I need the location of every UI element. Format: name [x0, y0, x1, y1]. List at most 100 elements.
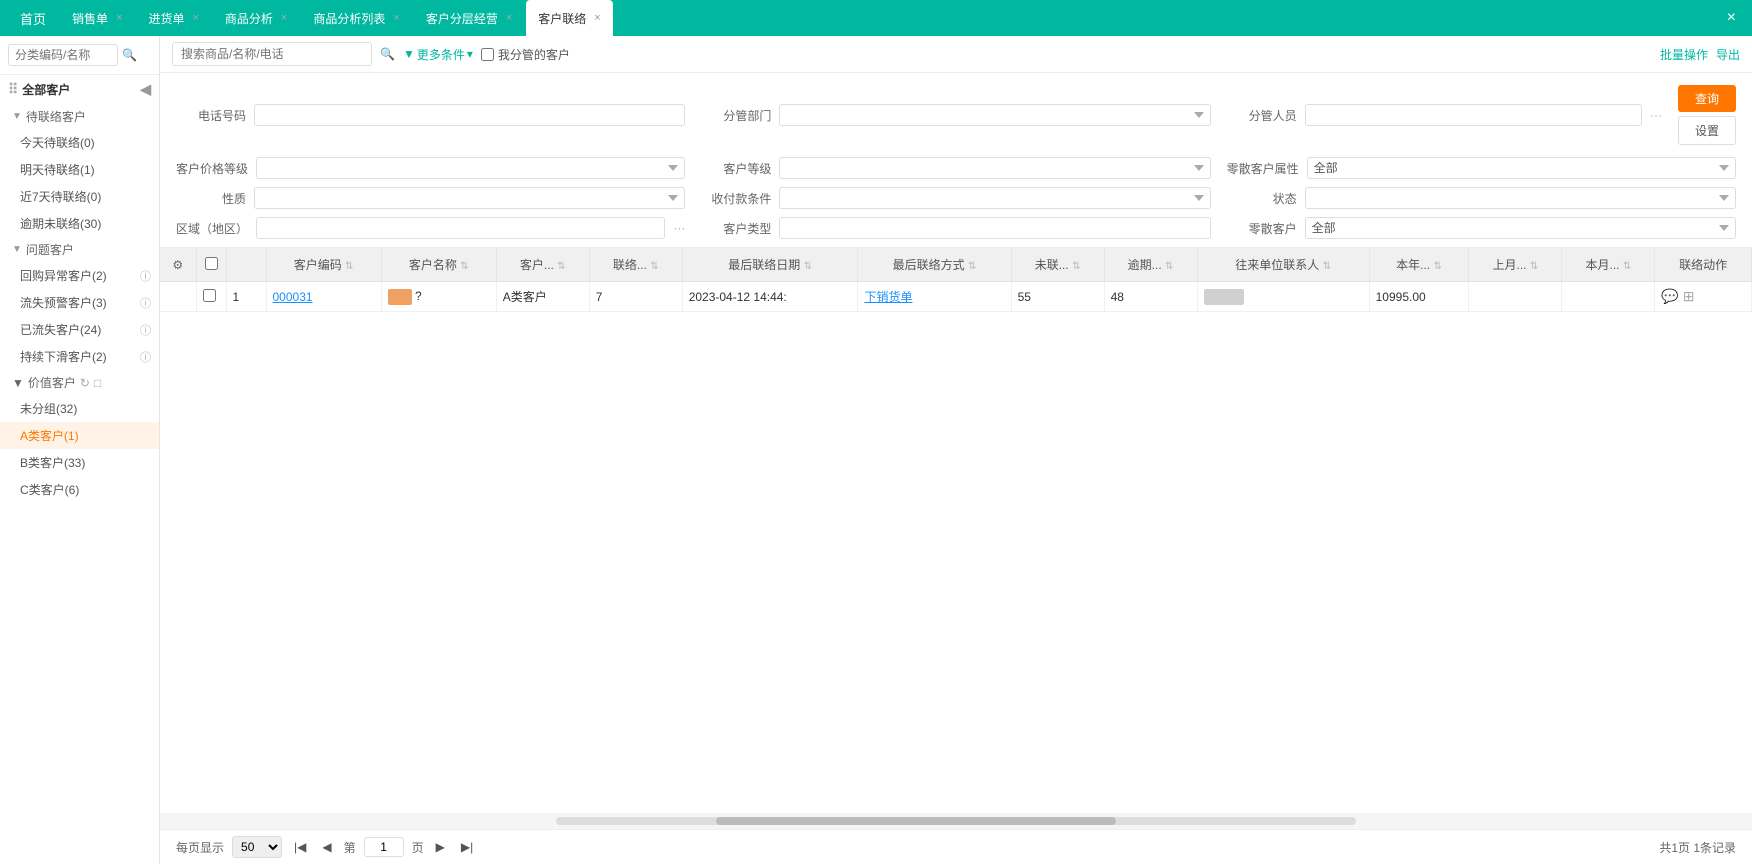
value-customers-group[interactable]: ▼ 价值客户 ↻ □ — [0, 370, 159, 395]
more-filter-button[interactable]: ▼ 更多条件 ▾ — [403, 46, 473, 63]
filter-select-price-level[interactable] — [256, 157, 685, 179]
sidebar-item-declining[interactable]: 持续下滑客户(2) ⓘ — [0, 343, 159, 370]
nav-tab-customer-segment[interactable]: 客户分层经营 × — [414, 0, 524, 36]
th-type[interactable]: 客户... ⇅ — [496, 248, 589, 282]
th-name[interactable]: 客户名称 ⇅ — [381, 248, 496, 282]
sidebar-item-7days[interactable]: 近7天待联络(0) — [0, 183, 159, 210]
filter-search-input[interactable] — [172, 42, 372, 66]
nav-tab-customer-segment-close[interactable]: × — [506, 12, 512, 24]
filter-select-payment[interactable] — [779, 187, 1210, 209]
settings-button[interactable]: 设置 — [1678, 116, 1736, 145]
scrollbar-thumb[interactable] — [716, 817, 1116, 825]
td-seq: 1 — [226, 282, 266, 312]
sidebar-search-icon[interactable]: 🔍 — [122, 48, 137, 62]
batch-action-button[interactable]: 批量操作 — [1660, 46, 1708, 63]
chat-action-icon[interactable]: 💬 — [1661, 288, 1678, 305]
nav-tab-purchase[interactable]: 进货单 × — [136, 0, 210, 36]
collapse-icon[interactable]: ◀ — [140, 81, 151, 98]
td-code[interactable]: 000031 — [266, 282, 381, 312]
sidebar-item-a-class[interactable]: A类客户(1) — [0, 422, 159, 449]
sidebar-item-churn-warning-label: 流失预警客户(3) — [20, 294, 107, 311]
next-page-button[interactable]: ▶ — [432, 838, 449, 856]
select-all-checkbox[interactable] — [205, 257, 218, 270]
th-contact-label: 联络... — [613, 258, 647, 272]
filter-select-scatter[interactable]: 全部 — [1305, 217, 1736, 239]
th-contact[interactable]: 联络... ⇅ — [589, 248, 682, 282]
th-this-year[interactable]: 本年... ⇅ — [1369, 248, 1469, 282]
filter-input-customer-type[interactable] — [779, 217, 1210, 239]
filter-select-status[interactable] — [1305, 187, 1736, 209]
sidebar-item-overdue[interactable]: 逾期未联络(30) — [0, 210, 159, 237]
all-customers-header[interactable]: ⠿ 全部客户 ◀ — [0, 75, 159, 104]
sort-icon-type: ⇅ — [557, 261, 565, 272]
person-dots-icon[interactable]: ··· — [1650, 108, 1662, 122]
pending-contact-group[interactable]: ▼ 待联络客户 — [0, 104, 159, 129]
filter-input-region[interactable] — [256, 217, 665, 239]
th-not-contact-label: 未联... — [1035, 258, 1069, 272]
sidebar-item-churned[interactable]: 已流失客户(24) ⓘ — [0, 316, 159, 343]
td-checkbox[interactable] — [196, 282, 226, 312]
sidebar-item-today[interactable]: 今天待联络(0) — [0, 129, 159, 156]
nav-home[interactable]: 首页 — [8, 9, 58, 28]
filter-select-dept[interactable] — [779, 104, 1210, 126]
last-page-button[interactable]: ▶| — [457, 838, 477, 856]
nav-tab-customer-segment-label: 客户分层经营 — [426, 10, 498, 27]
export-button[interactable]: 导出 — [1716, 46, 1740, 63]
window-close-button[interactable]: × — [1719, 9, 1744, 27]
info-icon-churn-warning: ⓘ — [140, 295, 151, 311]
per-page-select[interactable]: 50 — [232, 836, 282, 858]
td-type: A类客户 — [496, 282, 589, 312]
filter-input-phone[interactable] — [254, 104, 685, 126]
th-last-method[interactable]: 最后联络方式 ⇅ — [858, 248, 1011, 282]
th-overdue[interactable]: 逾期... ⇅ — [1104, 248, 1197, 282]
problem-group-label: 问题客户 — [26, 241, 74, 258]
nav-tab-analysis-close[interactable]: × — [281, 12, 287, 24]
qr-action-icon[interactable]: ⊞ — [1683, 288, 1695, 305]
query-button[interactable]: 查询 — [1678, 85, 1736, 112]
th-code[interactable]: 客户编码 ⇅ — [266, 248, 381, 282]
th-not-contact[interactable]: 未联... ⇅ — [1011, 248, 1104, 282]
problem-customers-group[interactable]: ▼ 问题客户 — [0, 237, 159, 262]
sidebar-item-churn-warning[interactable]: 流失预警客户(3) ⓘ — [0, 289, 159, 316]
add-icon[interactable]: □ — [94, 376, 101, 390]
sidebar-item-c-class[interactable]: C类客户(6) — [0, 476, 159, 503]
filter-icon: ▼ — [403, 47, 415, 61]
my-customers-checkbox-label[interactable]: 我分管的客户 — [481, 46, 570, 63]
filter-select-customer-level[interactable] — [779, 157, 1210, 179]
th-this-month[interactable]: 本月... ⇅ — [1562, 248, 1655, 282]
sidebar-item-tomorrow[interactable]: 明天待联络(1) — [0, 156, 159, 183]
filter-input-person[interactable] — [1305, 104, 1642, 126]
nav-tab-analysis[interactable]: 商品分析 × — [213, 0, 299, 36]
horizontal-scrollbar[interactable] — [556, 817, 1356, 825]
my-customers-checkbox[interactable] — [481, 48, 494, 61]
nav-tab-analysis-list[interactable]: 商品分析列表 × — [301, 0, 411, 36]
customer-code-link[interactable]: 000031 — [273, 290, 313, 304]
row-checkbox[interactable] — [203, 289, 216, 302]
filter-select-scatter-attr[interactable]: 全部 — [1307, 157, 1736, 179]
sidebar-item-abnormal[interactable]: 回购异常客户(2) ⓘ — [0, 262, 159, 289]
region-dots-icon[interactable]: ··· — [673, 221, 685, 235]
th-unit-contact[interactable]: 往来单位联系人 ⇅ — [1197, 248, 1369, 282]
nav-tab-sales-close[interactable]: × — [116, 12, 122, 24]
prev-page-button[interactable]: ◀ — [318, 838, 335, 856]
sidebar-item-b-class[interactable]: B类客户(33) — [0, 449, 159, 476]
first-page-button[interactable]: |◀ — [290, 838, 310, 856]
gear-icon[interactable]: ⚙ — [172, 258, 183, 272]
filter-select-nature[interactable] — [254, 187, 685, 209]
sidebar-item-ungroup[interactable]: 未分组(32) — [0, 395, 159, 422]
last-method-link[interactable]: 下销货单 — [864, 290, 912, 304]
refresh-icon[interactable]: ↻ — [80, 376, 90, 390]
th-gear[interactable]: ⚙ — [160, 248, 196, 282]
th-last-date[interactable]: 最后联络日期 ⇅ — [682, 248, 858, 282]
filter-label-phone: 电话号码 — [176, 107, 246, 124]
filter-search-icon[interactable]: 🔍 — [380, 47, 395, 61]
nav-tab-sales[interactable]: 销售单 × — [60, 0, 134, 36]
nav-tab-customer-contact-close[interactable]: × — [594, 12, 600, 24]
nav-tab-customer-contact[interactable]: 客户联络 × — [526, 0, 612, 36]
nav-tab-analysis-list-close[interactable]: × — [393, 12, 399, 24]
th-last-month[interactable]: 上月... ⇅ — [1469, 248, 1562, 282]
page-input[interactable] — [364, 837, 404, 857]
td-last-method[interactable]: 下销货单 — [858, 282, 1011, 312]
nav-tab-purchase-close[interactable]: × — [192, 12, 198, 24]
sidebar-search-input[interactable] — [8, 44, 118, 66]
